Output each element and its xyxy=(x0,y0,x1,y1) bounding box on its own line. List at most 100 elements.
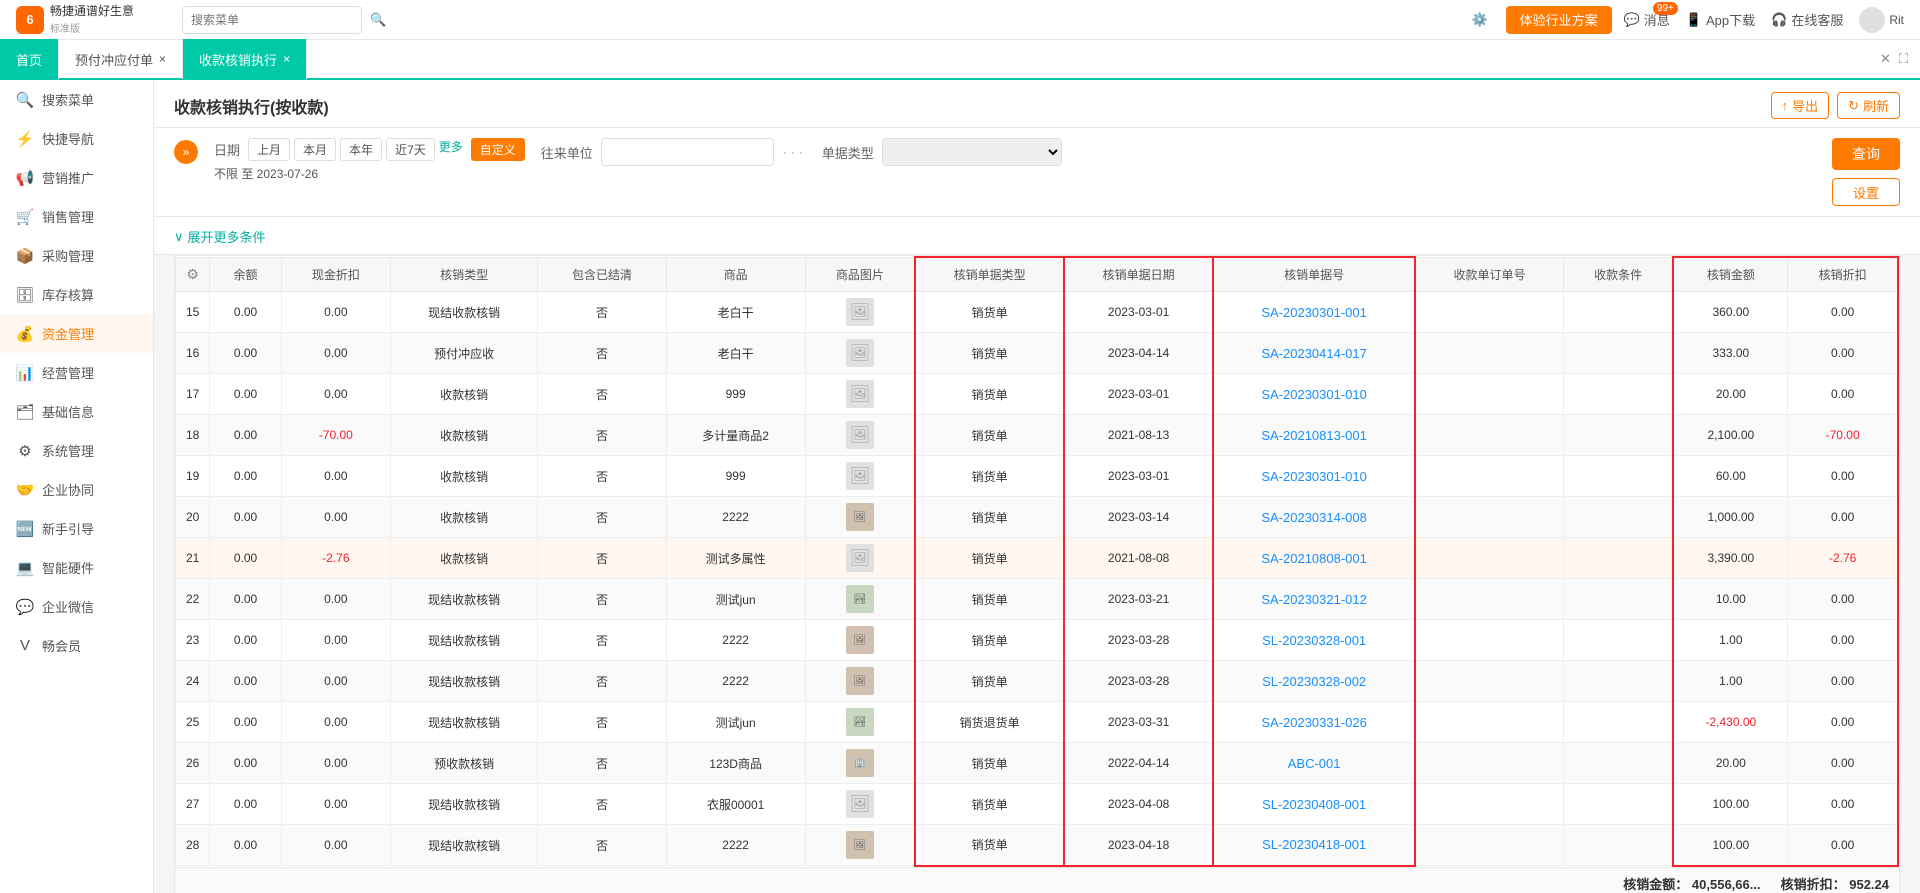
row-goods-img: 🏢 xyxy=(805,743,915,784)
user-area[interactable]: Rit xyxy=(1859,7,1904,33)
row-doc-no[interactable]: ABC-001 xyxy=(1213,743,1415,784)
tab-prepay[interactable]: 预付冲应付单 × xyxy=(59,39,183,79)
row-doc-no[interactable]: SA-20210813-001 xyxy=(1213,415,1415,456)
row-amount: 100.00 xyxy=(1673,784,1787,825)
gear-icon[interactable]: ⚙ xyxy=(186,266,199,282)
window-close-icon[interactable]: ✕ xyxy=(1880,51,1891,67)
row-discount: 0.00 xyxy=(1788,497,1898,538)
doc-no-link[interactable]: SL-20230408-001 xyxy=(1262,797,1366,812)
sidebar-item-hardware[interactable]: 💻 智能硬件 xyxy=(0,548,153,587)
row-doc-no[interactable]: SA-20230301-001 xyxy=(1213,292,1415,333)
query-button[interactable]: 查询 xyxy=(1832,138,1900,170)
refresh-button[interactable]: ↻ 刷新 xyxy=(1837,92,1900,119)
top-search-input[interactable] xyxy=(182,6,362,34)
row-doc-no[interactable]: SA-20230414-017 xyxy=(1213,333,1415,374)
col-settings-header[interactable]: ⚙ xyxy=(176,257,210,292)
tab-collect[interactable]: 收款核销执行 × xyxy=(183,39,307,79)
row-index: 28 xyxy=(176,825,210,866)
row-doc-no[interactable]: SA-20210808-001 xyxy=(1213,538,1415,579)
window-expand-icon[interactable]: ⛶ xyxy=(1899,51,1908,67)
date-this-year[interactable]: 本年 xyxy=(340,138,382,161)
export-button[interactable]: ↑ 导出 xyxy=(1771,92,1830,119)
message-button[interactable]: 💬 消息 99+ xyxy=(1624,10,1670,29)
row-type: 现结收款核销 xyxy=(391,702,538,743)
sidebar-item-operation[interactable]: 📊 经营管理 xyxy=(0,353,153,392)
filter-toggle-button[interactable]: » xyxy=(174,140,198,164)
member-icon: V xyxy=(16,637,34,655)
table-body: 15 0.00 0.00 现结收款核销 否 老白干 🖼 销货单 2023-03-… xyxy=(176,292,1899,866)
sidebar-item-inventory[interactable]: 🗄 库存核算 xyxy=(0,275,153,314)
sidebar-item-nav[interactable]: ⚡ 快捷导航 xyxy=(0,119,153,158)
hardware-icon: 💻 xyxy=(16,559,34,577)
username-label: Rit xyxy=(1889,13,1904,27)
sidebar-item-finance[interactable]: 💰 资金管理 xyxy=(0,314,153,353)
row-discount: 0.00 xyxy=(1788,456,1898,497)
date-custom-btn[interactable]: 自定义 xyxy=(471,138,525,161)
sidebar-item-wechat[interactable]: 💬 企业微信 xyxy=(0,587,153,626)
app-download-button[interactable]: 📱 App下载 xyxy=(1686,10,1755,29)
sidebar-item-search[interactable]: 🔍 搜索菜单 xyxy=(0,80,153,119)
sidebar-item-guide[interactable]: 🆕 新手引导 xyxy=(0,509,153,548)
doc-no-link[interactable]: SL-20230328-001 xyxy=(1262,633,1366,648)
sidebar-item-marketing[interactable]: 📢 营销推广 xyxy=(0,158,153,197)
sidebar-item-system[interactable]: ⚙ 系统管理 xyxy=(0,431,153,470)
row-discount: 0.00 xyxy=(1788,825,1898,866)
date-range-row: 不限 至 2023-07-26 xyxy=(214,165,525,182)
row-balance: 0.00 xyxy=(210,620,281,661)
row-goods-img: 🏞 xyxy=(805,702,915,743)
tab-prepay-close[interactable]: × xyxy=(159,52,166,66)
expand-conditions-button[interactable]: ∨ 展开更多条件 xyxy=(174,227,1900,246)
sidebar-item-member[interactable]: V 畅会员 xyxy=(0,626,153,665)
row-goods: 老白干 xyxy=(666,292,805,333)
doctype-select[interactable] xyxy=(882,138,1062,166)
doc-no-link[interactable]: SA-20210813-001 xyxy=(1261,428,1367,443)
tab-home[interactable]: 首页 xyxy=(0,39,59,79)
sidebar-item-basic[interactable]: 🗂 基础信息 xyxy=(0,392,153,431)
online-support-button[interactable]: 🎧 在线客服 xyxy=(1771,10,1843,29)
doc-no-link[interactable]: SA-20210808-001 xyxy=(1261,551,1367,566)
row-doc-no[interactable]: SA-20230301-010 xyxy=(1213,456,1415,497)
date-more[interactable]: 更多 xyxy=(439,138,463,161)
date-this-month[interactable]: 本月 xyxy=(294,138,336,161)
doc-no-link[interactable]: SA-20230301-010 xyxy=(1261,387,1367,402)
row-receipt-cond xyxy=(1563,374,1673,415)
doc-no-link[interactable]: ABC-001 xyxy=(1288,756,1341,771)
sidebar-item-sales[interactable]: 🛒 销售管理 xyxy=(0,197,153,236)
doc-no-link[interactable]: SL-20230418-001 xyxy=(1262,837,1366,852)
row-index: 19 xyxy=(176,456,210,497)
row-doc-no[interactable]: SA-20230321-012 xyxy=(1213,579,1415,620)
date-last-month[interactable]: 上月 xyxy=(248,138,290,161)
row-doc-no[interactable]: SL-20230328-001 xyxy=(1213,620,1415,661)
row-doc-date: 2023-03-01 xyxy=(1064,292,1213,333)
sidebar-item-collab[interactable]: 🤝 企业协同 xyxy=(0,470,153,509)
doc-no-link[interactable]: SA-20230414-017 xyxy=(1261,346,1367,361)
table-row: 23 0.00 0.00 现结收款核销 否 2222 🖼 销货单 2023-03… xyxy=(176,620,1899,661)
doc-no-link[interactable]: SA-20230301-010 xyxy=(1261,469,1367,484)
doc-no-link[interactable]: SL-20230328-002 xyxy=(1262,674,1366,689)
product-image: 🏢 xyxy=(846,749,874,777)
solution-button[interactable]: 体验行业方案 xyxy=(1506,6,1612,34)
date-7days[interactable]: 近7天 xyxy=(386,138,435,161)
row-doc-no[interactable]: SL-20230418-001 xyxy=(1213,825,1415,866)
sidebar-item-purchase[interactable]: 📦 采购管理 xyxy=(0,236,153,275)
guide-icon: 🆕 xyxy=(16,520,34,538)
row-doc-no[interactable]: SL-20230408-001 xyxy=(1213,784,1415,825)
row-doc-no[interactable]: SA-20230331-026 xyxy=(1213,702,1415,743)
settings-icon[interactable]: ⚙️ xyxy=(1466,6,1494,34)
doc-no-link[interactable]: SA-20230301-001 xyxy=(1261,305,1367,320)
row-discount: -70.00 xyxy=(1788,415,1898,456)
search-icon[interactable]: 🔍 xyxy=(370,12,386,28)
doc-no-link[interactable]: SA-20230314-008 xyxy=(1261,510,1367,525)
doc-no-link[interactable]: SA-20230331-026 xyxy=(1261,715,1367,730)
row-doc-type: 销货单 xyxy=(915,415,1064,456)
col-goods-img-header: 商品图片 xyxy=(805,257,915,292)
filter-settings-button[interactable]: 设置 xyxy=(1832,178,1900,206)
row-cash-discount: 0.00 xyxy=(281,497,390,538)
row-doc-no[interactable]: SL-20230328-002 xyxy=(1213,661,1415,702)
tab-collect-close[interactable]: × xyxy=(283,52,290,66)
row-doc-no[interactable]: SA-20230314-008 xyxy=(1213,497,1415,538)
partner-input[interactable] xyxy=(601,138,774,166)
row-doc-no[interactable]: SA-20230301-010 xyxy=(1213,374,1415,415)
doc-no-link[interactable]: SA-20230321-012 xyxy=(1261,592,1367,607)
row-goods-img: 🖼 xyxy=(805,333,915,374)
